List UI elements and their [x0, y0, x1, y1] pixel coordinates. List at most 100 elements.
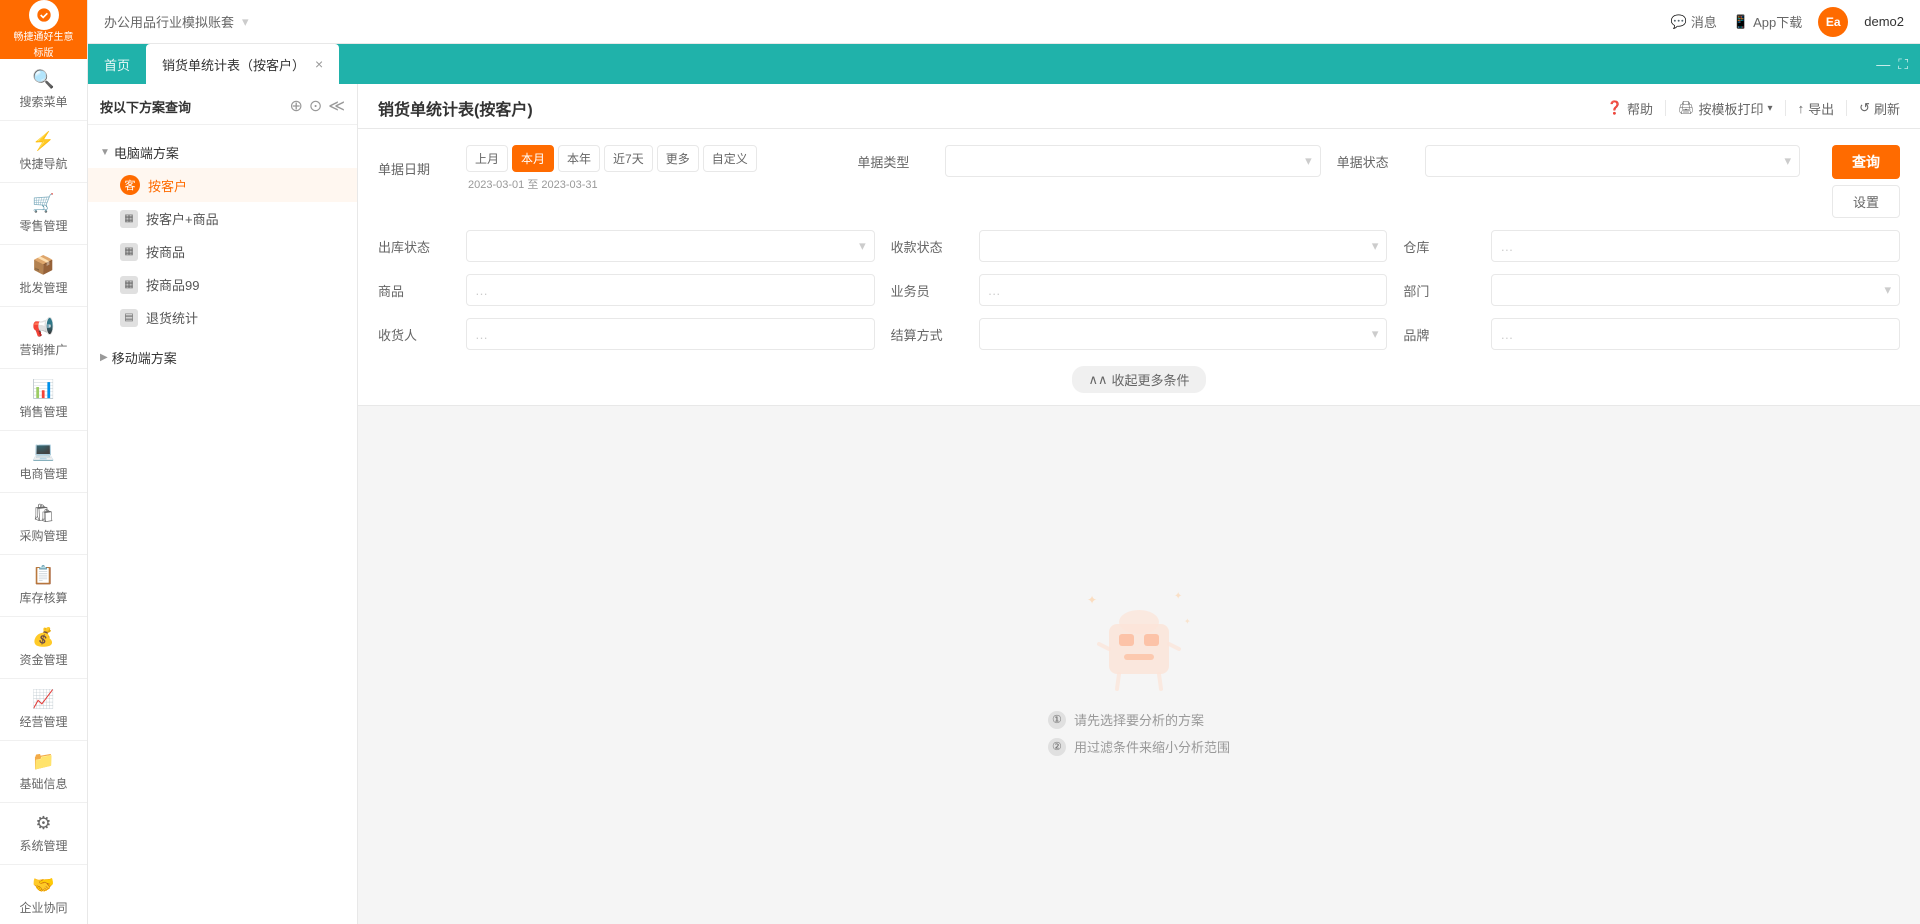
- ship-status-field[interactable]: ▾: [466, 230, 875, 262]
- sidebar-label-inventory: 库存核算: [19, 589, 67, 606]
- tab-close-icon[interactable]: ×: [315, 56, 323, 72]
- order-type-field[interactable]: ▾: [945, 145, 1320, 177]
- app-subtitle: 标版: [34, 44, 54, 59]
- order-status-label: 单据状态: [1337, 152, 1417, 171]
- tree-icon-by-customer: 客: [120, 175, 140, 195]
- refresh-button[interactable]: ↺ 刷新: [1859, 99, 1900, 118]
- date-btn-本年[interactable]: 本年: [558, 145, 600, 172]
- sidebar-icon-quick-nav: ⚡: [32, 131, 54, 152]
- sidebar-label-search-menu: 搜索菜单: [19, 93, 67, 110]
- svg-text:✦: ✦: [1174, 591, 1182, 602]
- user-avatar[interactable]: Ea: [1818, 7, 1848, 37]
- payment-status-field[interactable]: ▾: [979, 230, 1388, 262]
- date-range-text: 2023-03-01 至 2023-03-31: [466, 176, 841, 192]
- empty-tip-1: ① 请先选择要分析的方案: [1048, 710, 1230, 729]
- collapse-panel-icon[interactable]: ≪: [328, 96, 345, 116]
- brand-label: 品牌: [1403, 325, 1483, 344]
- tab-report[interactable]: 销货单统计表（按客户） ×: [146, 44, 339, 84]
- app-name: 畅捷通好生意: [14, 32, 74, 44]
- tree-icon-by-product: ▦: [120, 243, 138, 261]
- breadcrumb: 办公用品行业模拟账套: [104, 12, 234, 31]
- settings-button[interactable]: 设置: [1832, 185, 1900, 218]
- sidebar-item-ecommerce[interactable]: 💻电商管理: [0, 431, 88, 493]
- left-panel: 按以下方案查询 ⊕ ⊙ ≪ ▼电脑端方案客按客户▦按客户+商品▦按商品▦按商品9…: [88, 84, 358, 924]
- sidebar-icon-basic-info: 📁: [32, 751, 54, 772]
- tree-item-by-customer-product[interactable]: ▦按客户+商品: [88, 202, 357, 235]
- receiver-dots: …: [475, 327, 488, 342]
- export-icon: ↑: [1798, 101, 1805, 116]
- tree-group-label-desktop: 电脑端方案: [114, 143, 179, 162]
- sidebar: 畅捷通好生意 标版 🔍搜索菜单 ⚡ 快捷导航 🛒零售管理📦批发管理 📢 营销推广 📊销售管理…: [0, 0, 88, 924]
- breadcrumb-chevron: ▾: [242, 14, 249, 30]
- divider1: [1665, 100, 1666, 116]
- sidebar-icon-marketing: 📢: [32, 317, 54, 338]
- sidebar-item-search-menu[interactable]: 🔍搜索菜单: [0, 59, 88, 121]
- sidebar-item-inventory[interactable]: 📋 库存核算: [0, 555, 88, 617]
- tab-home[interactable]: 首页: [88, 44, 146, 84]
- warehouse-dots: …: [1500, 239, 1513, 254]
- refresh-label: 刷新: [1874, 99, 1900, 118]
- brand-field[interactable]: …: [1491, 318, 1900, 350]
- sidebar-label-ecommerce: 电商管理: [19, 465, 67, 482]
- settings-scheme-icon[interactable]: ⊙: [309, 96, 322, 116]
- print-button[interactable]: 🖨 按模板打印: [1678, 99, 1773, 118]
- date-btn-近7天[interactable]: 近7天: [604, 145, 653, 172]
- tree-item-label-by-product-99: 按商品99: [146, 275, 199, 294]
- export-button[interactable]: ↑ 导出: [1798, 99, 1835, 118]
- sidebar-item-marketing[interactable]: 📢 营销推广: [0, 307, 88, 369]
- sidebar-item-retail-mgmt[interactable]: 🛒零售管理: [0, 183, 88, 245]
- sidebar-icon-inventory: 📋: [32, 565, 54, 586]
- sidebar-item-system[interactable]: ⚙ 系统管理: [0, 803, 88, 865]
- payment-status-arrow: ▾: [1372, 238, 1379, 254]
- tree-item-by-returns[interactable]: ▤退货统计: [88, 301, 357, 334]
- sidebar-label-quick-nav: 快捷导航: [19, 155, 67, 172]
- sales-rep-field[interactable]: …: [979, 274, 1388, 306]
- sidebar-item-operations[interactable]: 📈经营管理: [0, 679, 88, 741]
- receiver-field[interactable]: …: [466, 318, 875, 350]
- help-button[interactable]: ❓ 帮助: [1607, 99, 1653, 118]
- sidebar-icon-operations: 📈: [32, 689, 54, 710]
- window-maximize-icon[interactable]: ⛶: [1898, 56, 1908, 73]
- department-field[interactable]: ▾: [1491, 274, 1900, 306]
- tree-group-header-mobile[interactable]: ▶移动端方案: [88, 342, 357, 373]
- home-tab-label: 首页: [104, 55, 130, 74]
- sidebar-item-basic-info[interactable]: 📁基础信息: [0, 741, 88, 803]
- sidebar-item-purchase-mgmt[interactable]: 🛍采购管理: [0, 493, 88, 555]
- message-button[interactable]: 💬 消息: [1671, 12, 1717, 31]
- sidebar-item-wholesale-mgmt[interactable]: 📦批发管理: [0, 245, 88, 307]
- add-scheme-icon[interactable]: ⊕: [289, 96, 302, 116]
- sidebar-item-finance[interactable]: 💰资金管理: [0, 617, 88, 679]
- tree-icon-by-returns: ▤: [120, 309, 138, 327]
- sidebar-icon-system: ⚙: [35, 813, 51, 834]
- header-right: 💬 消息 📱 App下载 Ea demo2: [1671, 7, 1904, 37]
- sidebar-item-enterprise[interactable]: 🤝企业协同: [0, 865, 88, 924]
- sidebar-icon-sales-mgmt: 📊: [32, 379, 54, 400]
- order-status-field[interactable]: ▾: [1425, 145, 1800, 177]
- date-btn-更多[interactable]: 更多: [657, 145, 699, 172]
- sidebar-icon-purchase-mgmt: 🛍: [32, 503, 55, 524]
- sidebar-item-quick-nav[interactable]: ⚡ 快捷导航: [0, 121, 88, 183]
- tree-group-mobile: ▶移动端方案: [88, 338, 357, 377]
- empty-tip-2-text: 用过滤条件来缩小分析范围: [1074, 737, 1230, 756]
- tree-item-by-product-99[interactable]: ▦按商品99: [88, 268, 357, 301]
- sidebar-label-enterprise: 企业协同: [19, 899, 67, 916]
- brand-dots: …: [1500, 327, 1513, 342]
- sidebar-label-marketing: 营销推广: [19, 341, 67, 358]
- settlement-field[interactable]: ▾: [979, 318, 1388, 350]
- logo-icon: [29, 0, 59, 30]
- product-field[interactable]: …: [466, 274, 875, 306]
- date-btn-自定义[interactable]: 自定义: [703, 145, 757, 172]
- date-btn-上月[interactable]: 上月: [466, 145, 508, 172]
- date-btn-本月[interactable]: 本月: [512, 145, 554, 172]
- sidebar-item-sales-mgmt[interactable]: 📊销售管理: [0, 369, 88, 431]
- date-label: 单据日期: [378, 159, 458, 178]
- tree-item-by-customer[interactable]: 客按客户: [88, 168, 357, 202]
- window-minimize-icon[interactable]: —: [1876, 56, 1890, 72]
- app-download-button[interactable]: 📱 App下载: [1733, 12, 1802, 31]
- query-button[interactable]: 查询: [1832, 145, 1900, 179]
- warehouse-field[interactable]: …: [1491, 230, 1900, 262]
- sidebar-label-system: 系统管理: [19, 837, 67, 854]
- collapse-button[interactable]: ∧∧ 收起更多条件: [1072, 366, 1205, 393]
- tree-item-by-product[interactable]: ▦按商品: [88, 235, 357, 268]
- tree-group-header-desktop[interactable]: ▼电脑端方案: [88, 137, 357, 168]
